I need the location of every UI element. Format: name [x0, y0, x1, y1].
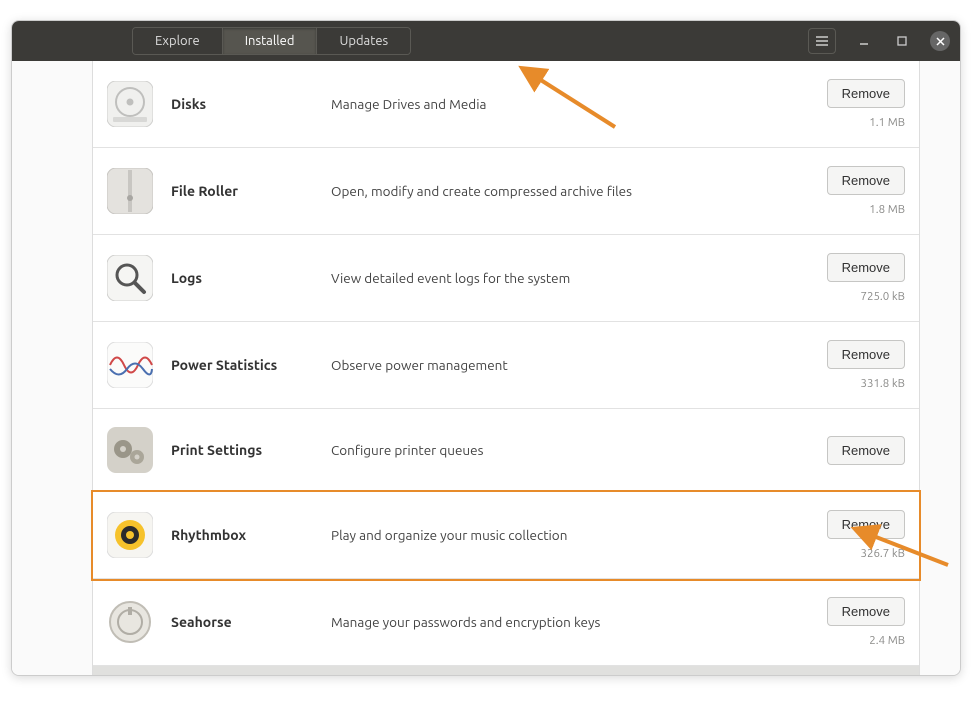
- tab-explore[interactable]: Explore: [133, 28, 223, 54]
- disks-icon: [107, 81, 153, 127]
- remove-button[interactable]: Remove: [827, 597, 905, 626]
- app-name: Logs: [171, 270, 331, 286]
- app-size: 326.7 kB: [815, 547, 905, 560]
- maximize-icon: [897, 36, 907, 46]
- tab-group: Explore Installed Updates: [132, 27, 411, 55]
- app-size: 1.8 MB: [815, 203, 905, 216]
- app-name: Seahorse: [171, 614, 331, 630]
- section-header: System Applications: [93, 666, 919, 675]
- app-name: Rhythmbox: [171, 527, 331, 543]
- power-statistics-icon: [107, 342, 153, 388]
- app-row-print-settings[interactable]: Print Settings Configure printer queues …: [93, 409, 919, 492]
- close-icon: [936, 37, 945, 46]
- remove-button[interactable]: Remove: [827, 166, 905, 195]
- remove-button[interactable]: Remove: [827, 79, 905, 108]
- app-desc: Configure printer queues: [331, 442, 815, 458]
- app-desc: View detailed event logs for the system: [331, 270, 815, 286]
- menu-button[interactable]: [808, 28, 836, 54]
- hamburger-icon: [816, 36, 828, 46]
- app-size: 725.0 kB: [815, 290, 905, 303]
- app-row-logs[interactable]: Logs View detailed event logs for the sy…: [93, 235, 919, 322]
- app-name: Print Settings: [171, 442, 331, 458]
- app-desc: Open, modify and create compressed archi…: [331, 183, 815, 199]
- app-row-disks[interactable]: Disks Manage Drives and Media Remove 1.1…: [93, 61, 919, 148]
- remove-button[interactable]: Remove: [827, 340, 905, 369]
- app-row-power-statistics[interactable]: Power Statistics Observe power managemen…: [93, 322, 919, 409]
- app-name: File Roller: [171, 183, 331, 199]
- maximize-button[interactable]: [892, 31, 912, 51]
- app-desc: Manage your passwords and encryption key…: [331, 614, 815, 630]
- app-size: 331.8 kB: [815, 377, 905, 390]
- app-size: 2.4 MB: [815, 634, 905, 647]
- remove-button[interactable]: Remove: [827, 510, 905, 539]
- app-desc: Play and organize your music collection: [331, 527, 815, 543]
- minimize-icon: [859, 36, 869, 46]
- close-button[interactable]: [930, 31, 950, 51]
- app-desc: Manage Drives and Media: [331, 96, 815, 112]
- remove-button[interactable]: Remove: [827, 436, 905, 465]
- app-row-rhythmbox[interactable]: Rhythmbox Play and organize your music c…: [93, 492, 919, 579]
- file-roller-icon: [107, 168, 153, 214]
- remove-button[interactable]: Remove: [827, 253, 905, 282]
- print-settings-icon: [107, 427, 153, 473]
- app-list: Disks Manage Drives and Media Remove 1.1…: [92, 61, 920, 675]
- content-area[interactable]: Disks Manage Drives and Media Remove 1.1…: [12, 61, 960, 675]
- app-name: Power Statistics: [171, 357, 331, 373]
- seahorse-icon: [107, 599, 153, 645]
- tab-updates[interactable]: Updates: [317, 28, 410, 54]
- app-size: 1.1 MB: [815, 116, 905, 129]
- rhythmbox-icon: [107, 512, 153, 558]
- app-row-seahorse[interactable]: Seahorse Manage your passwords and encry…: [93, 579, 919, 666]
- software-window: Explore Installed Updates: [11, 20, 961, 676]
- titlebar: Explore Installed Updates: [12, 21, 960, 61]
- tab-installed[interactable]: Installed: [223, 28, 318, 54]
- minimize-button[interactable]: [854, 31, 874, 51]
- app-row-file-roller[interactable]: File Roller Open, modify and create comp…: [93, 148, 919, 235]
- app-desc: Observe power management: [331, 357, 815, 373]
- app-name: Disks: [171, 96, 331, 112]
- logs-icon: [107, 255, 153, 301]
